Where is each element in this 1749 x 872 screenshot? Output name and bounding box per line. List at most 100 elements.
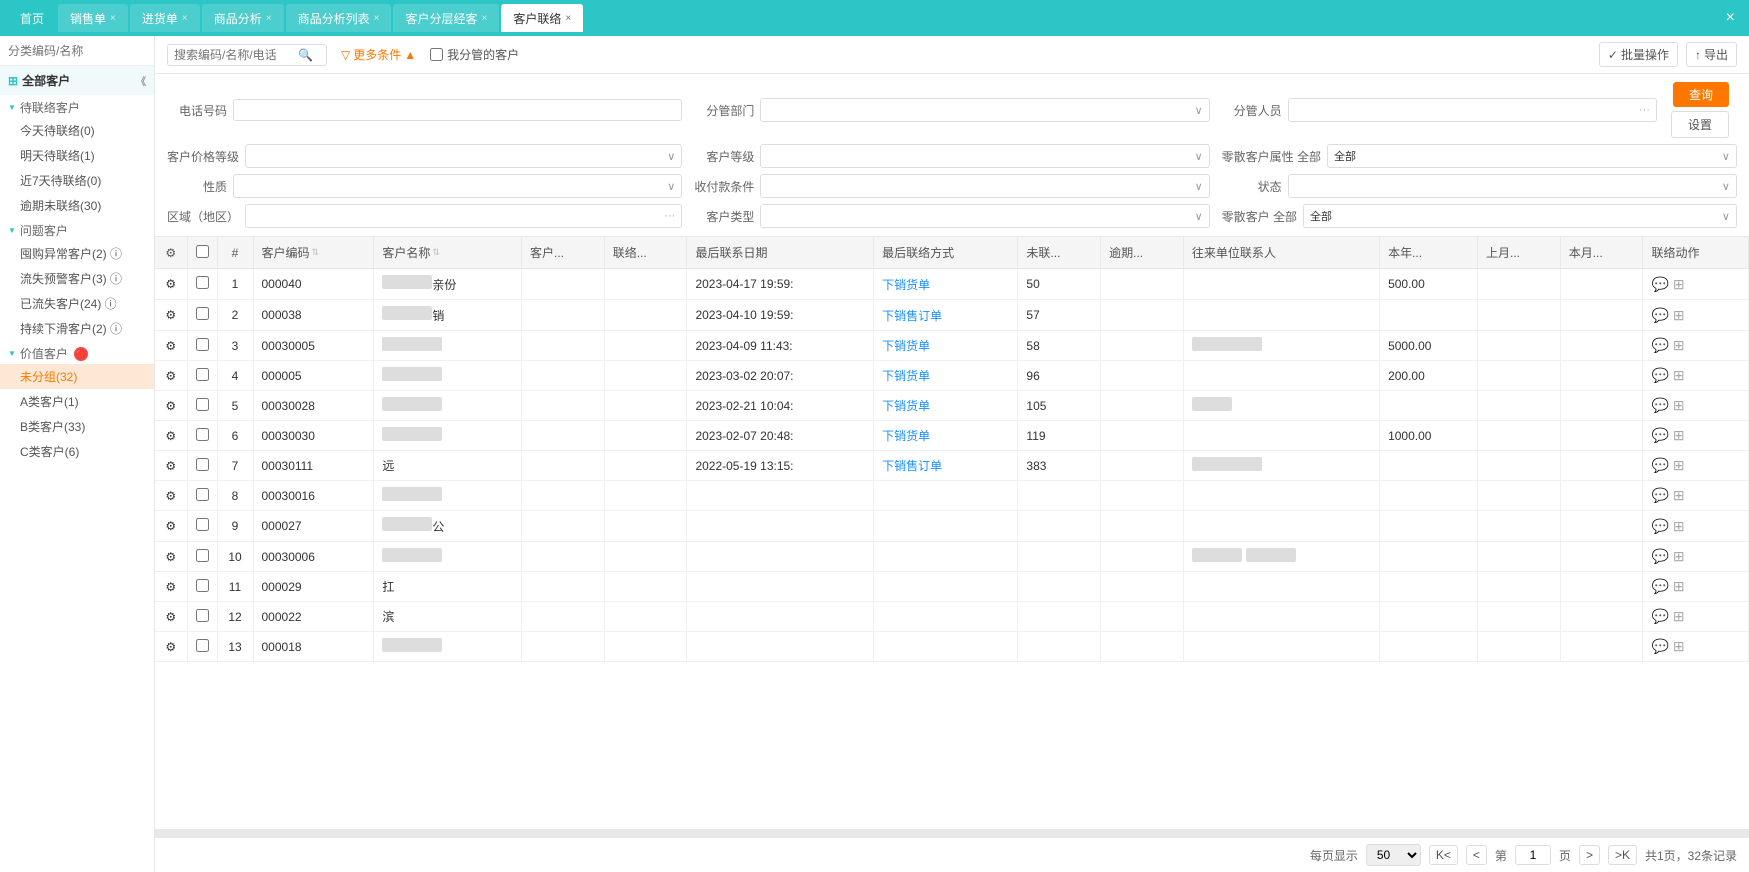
nav-tab-product-analysis-close[interactable]: ×	[266, 13, 272, 24]
nav-tab-customer-segment[interactable]: 客户分层经客 ×	[393, 4, 499, 32]
row-checkbox[interactable]	[196, 338, 209, 351]
retail-customer-select[interactable]: 全部 ∨	[1303, 204, 1737, 228]
chat-icon[interactable]: 💬	[1651, 578, 1668, 595]
row-checkbox[interactable]	[196, 428, 209, 441]
nav-tab-product-analysis-list-close[interactable]: ×	[374, 13, 380, 24]
row-gear[interactable]: ⚙	[155, 481, 187, 511]
batch-ops-button[interactable]: ✓ 批量操作	[1599, 42, 1678, 67]
chat-icon[interactable]: 💬	[1651, 638, 1668, 655]
grid-action-icon[interactable]: ⊞	[1673, 276, 1685, 293]
row-checkbox[interactable]	[196, 518, 209, 531]
row-gear[interactable]: ⚙	[155, 572, 187, 602]
retail-attr-select[interactable]: 全部 ∨	[1327, 144, 1737, 168]
row-gear[interactable]: ⚙	[155, 391, 187, 421]
row-gear[interactable]: ⚙	[155, 511, 187, 542]
sidebar-section-problem[interactable]: ▼ 问题客户	[0, 218, 154, 241]
nav-tab-home[interactable]: 首页	[8, 4, 56, 32]
contact-method-link[interactable]: 下销货单	[882, 339, 930, 353]
chat-icon[interactable]: 💬	[1651, 307, 1668, 324]
chat-icon[interactable]: 💬	[1651, 518, 1668, 535]
grid-action-icon[interactable]: ⊞	[1673, 487, 1685, 504]
grid-action-icon[interactable]: ⊞	[1673, 397, 1685, 414]
status-select[interactable]: ∨	[1288, 174, 1737, 198]
col-code-header[interactable]: 客户编码 ⇅	[253, 237, 374, 269]
my-customers-checkbox[interactable]	[430, 48, 443, 61]
grid-action-icon[interactable]: ⊞	[1673, 638, 1685, 655]
first-page-button[interactable]: K<	[1429, 845, 1458, 865]
page-number-input[interactable]	[1515, 845, 1551, 865]
grid-action-icon[interactable]: ⊞	[1673, 307, 1685, 324]
sidebar-item-overdue-pending[interactable]: 逾期未联络(30)	[0, 193, 154, 218]
chat-icon[interactable]: 💬	[1651, 397, 1668, 414]
row-checkbox[interactable]	[196, 276, 209, 289]
row-gear[interactable]: ⚙	[155, 602, 187, 632]
row-gear[interactable]: ⚙	[155, 300, 187, 331]
row-gear[interactable]: ⚙	[155, 632, 187, 662]
row-checkbox[interactable]	[196, 488, 209, 501]
nav-tab-product-analysis[interactable]: 商品分析 ×	[202, 4, 284, 32]
contact-method-link[interactable]: 下销货单	[882, 278, 930, 292]
row-checkbox[interactable]	[196, 579, 209, 592]
nav-tab-customer-contact[interactable]: 客户联络 ×	[501, 4, 583, 32]
nav-tab-customer-segment-close[interactable]: ×	[481, 13, 487, 24]
nav-tab-purchase[interactable]: 进货单 ×	[130, 4, 200, 32]
customer-level-select[interactable]: ∨	[760, 144, 1209, 168]
nav-tab-customer-contact-close[interactable]: ×	[565, 13, 571, 24]
sidebar-all-customers[interactable]: ⊞ 全部客户 《	[0, 66, 154, 95]
sidebar-item-declining[interactable]: 持续下滑客户(2) ⓘ	[0, 316, 154, 341]
window-close-button[interactable]: ×	[1720, 9, 1741, 27]
grid-action-icon[interactable]: ⊞	[1673, 457, 1685, 474]
filter-search-input[interactable]	[174, 48, 294, 62]
page-size-select[interactable]: 50 20 100	[1366, 844, 1421, 866]
dept-select[interactable]: ∨	[760, 98, 1209, 122]
row-gear[interactable]: ⚙	[155, 451, 187, 481]
grid-action-icon[interactable]: ⊞	[1673, 518, 1685, 535]
sidebar-item-today-pending[interactable]: 今天待联络(0)	[0, 118, 154, 143]
customer-type-select[interactable]: ∨	[760, 204, 1209, 228]
export-button[interactable]: ↑ 导出	[1686, 42, 1737, 67]
price-level-select[interactable]: ∨	[245, 144, 682, 168]
contact-method-link[interactable]: 下销货单	[882, 429, 930, 443]
chat-icon[interactable]: 💬	[1651, 367, 1668, 384]
region-select[interactable]: ···	[245, 204, 682, 228]
more-conditions-button[interactable]: ▽ 更多条件 ▲	[335, 44, 422, 65]
row-checkbox[interactable]	[196, 398, 209, 411]
grid-action-icon[interactable]: ⊞	[1673, 367, 1685, 384]
sidebar-item-class-c[interactable]: C类客户(6)	[0, 439, 154, 464]
row-checkbox[interactable]	[196, 609, 209, 622]
row-checkbox[interactable]	[196, 639, 209, 652]
grid-action-icon[interactable]: ⊞	[1673, 608, 1685, 625]
chat-icon[interactable]: 💬	[1651, 427, 1668, 444]
next-page-button[interactable]: >	[1579, 845, 1600, 865]
select-all-checkbox[interactable]	[196, 245, 209, 258]
grid-action-icon[interactable]: ⊞	[1673, 548, 1685, 565]
sidebar-item-class-a[interactable]: A类客户(1)	[0, 389, 154, 414]
row-gear[interactable]: ⚙	[155, 331, 187, 361]
sidebar-section-value[interactable]: ▼ 价值客户 🔴	[0, 341, 154, 364]
nav-tab-sales[interactable]: 销售单 ×	[58, 4, 128, 32]
chat-icon[interactable]: 💬	[1651, 457, 1668, 474]
chat-icon[interactable]: 💬	[1651, 337, 1668, 354]
sidebar-search-input[interactable]	[8, 44, 155, 58]
filter-search-icon[interactable]: 🔍	[298, 48, 313, 62]
contact-method-link[interactable]: 下销货单	[882, 399, 930, 413]
nav-tab-purchase-close[interactable]: ×	[182, 13, 188, 24]
sidebar-collapse-icon[interactable]: 《	[136, 73, 146, 88]
sidebar-item-churned[interactable]: 已流失客户(24) ⓘ	[0, 291, 154, 316]
contact-method-link[interactable]: 下销售订单	[882, 309, 942, 323]
sidebar-item-7days-pending[interactable]: 近7天待联络(0)	[0, 168, 154, 193]
row-checkbox[interactable]	[196, 368, 209, 381]
contact-method-link[interactable]: 下销货单	[882, 369, 930, 383]
chat-icon[interactable]: 💬	[1651, 548, 1668, 565]
nav-tab-sales-close[interactable]: ×	[110, 13, 116, 24]
sidebar-item-unassigned[interactable]: 未分组(32)	[0, 364, 154, 389]
contact-method-link[interactable]: 下销售订单	[882, 459, 942, 473]
row-checkbox[interactable]	[196, 458, 209, 471]
row-gear[interactable]: ⚙	[155, 421, 187, 451]
horizontal-scrollbar[interactable]	[155, 829, 1749, 837]
row-gear[interactable]: ⚙	[155, 542, 187, 572]
row-checkbox[interactable]	[196, 549, 209, 562]
col-gear-header[interactable]: ⚙	[155, 237, 187, 269]
grid-action-icon[interactable]: ⊞	[1673, 578, 1685, 595]
col-name-header[interactable]: 客户名称 ⇅	[374, 237, 522, 269]
